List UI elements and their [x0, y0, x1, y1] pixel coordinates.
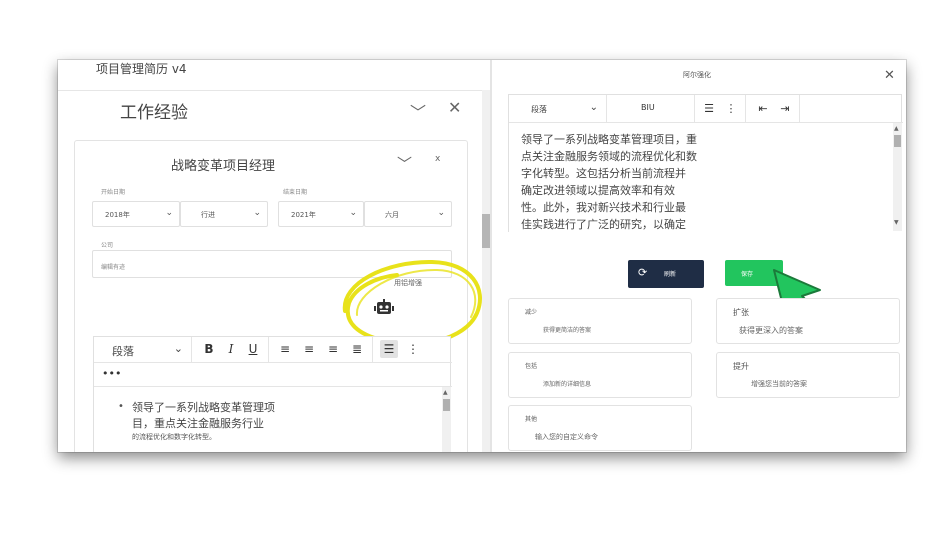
chevron-down-icon[interactable]: ﹀: [397, 153, 412, 174]
paragraph-style-value: 段落: [112, 345, 134, 358]
align-center-icon[interactable]: ≡: [300, 340, 318, 358]
description-editor[interactable]: 段落 ⌄ B I U ≡ ≡ ≡ ≣ ☰ ⋮ ••• • 领导了一系列战略变革管…: [93, 336, 452, 452]
document-title: 项目管理简历 v4: [96, 62, 187, 76]
scroll-up-icon[interactable]: ▲: [443, 389, 448, 396]
editor-line: 字化转型。这包括分析当前流程并: [521, 167, 686, 180]
custom-command-input[interactable]: 输入您的自定义命令: [535, 432, 598, 442]
editor-line: 点关注金融服务领域的流程优化和数: [521, 150, 697, 163]
bold-italic-underline-buttons[interactable]: BIU: [607, 95, 695, 123]
paragraph-style-select[interactable]: 段落 ⌄: [94, 337, 192, 363]
chevron-down-icon: ⌄: [173, 342, 183, 355]
numbered-list-icon[interactable]: ⋮: [723, 101, 739, 117]
option-title: 减少: [525, 309, 538, 316]
bullet-list-icon[interactable]: ☰: [701, 101, 717, 117]
scrollbar-thumb[interactable]: [482, 214, 490, 248]
indent-icon[interactable]: ⇥: [777, 101, 793, 117]
scrollbar-thumb[interactable]: [443, 399, 450, 411]
option-title: 提升: [733, 362, 749, 371]
ai-enhance-label[interactable]: 用铝增强: [394, 278, 422, 288]
editor-line: 目，重点关注金融服务行业: [132, 417, 264, 430]
editor-line: 确定改进领域以提高效率和有效: [521, 184, 675, 197]
chevron-down-icon: ⌄: [437, 208, 445, 218]
chevron-down-icon: ⌄: [349, 208, 357, 218]
start-year-select[interactable]: 2018年 ⌄: [92, 201, 180, 227]
close-icon[interactable]: x: [435, 154, 440, 164]
editor-content[interactable]: • 领导了一系列战略变革管理项 目，重点关注金融服务行业 的流程优化和数字化转型…: [94, 387, 452, 452]
robot-icon[interactable]: [374, 299, 394, 317]
align-justify-icon[interactable]: ≣: [348, 340, 366, 358]
close-icon[interactable]: ✕: [884, 68, 895, 83]
chevron-down-icon[interactable]: ﹀: [410, 99, 426, 123]
editor-line: 领导了一系列战略变革管理项目，重: [521, 133, 697, 146]
editor-scrollbar[interactable]: ▲ ▼: [893, 123, 902, 231]
paragraph-style-value: 段落: [531, 105, 547, 114]
refresh-icon: ⟳: [638, 266, 648, 279]
option-expand[interactable]: 扩张 获得更深入的答案: [716, 298, 900, 344]
editor-scrollbar[interactable]: ▲: [442, 387, 451, 452]
option-title: 其他: [525, 416, 538, 423]
scroll-down-icon[interactable]: ▼: [894, 219, 899, 226]
section-header[interactable]: 工作经验 ﹀ ✕: [58, 90, 490, 130]
end-year-select[interactable]: 2021年 ⌄: [278, 201, 364, 227]
option-title: 扩张: [733, 308, 749, 317]
top-bar: 项目管理简历 v4: [58, 60, 490, 90]
option-title: 包括: [525, 363, 538, 370]
start-date-label: 开始日期: [101, 189, 126, 196]
align-right-icon[interactable]: ≡: [324, 340, 342, 358]
option-description: 增强您当前的答案: [751, 380, 807, 388]
editor-content[interactable]: 领导了一系列战略变革管理项目，重 点关注金融服务领域的流程优化和数 字化转型。这…: [509, 123, 903, 233]
option-description: 添加新的详细信息: [543, 381, 592, 388]
option-description: 获得更简洁的答案: [543, 327, 592, 334]
app-screenshot: 项目管理简历 v4 工作经验 ﹀ ✕ 战略变革项目经理 ﹀ x 开始日期 201…: [58, 60, 906, 452]
paragraph-style-select[interactable]: 段落 ⌄: [509, 95, 607, 123]
job-title: 战略变革项目经理: [171, 159, 276, 174]
end-date-label: 结束日期: [283, 189, 308, 196]
more-options-button[interactable]: •••: [94, 363, 452, 387]
bullet-icon: •: [118, 401, 124, 412]
end-year-value: 2021年: [291, 211, 316, 219]
chevron-down-icon: ⌄: [165, 208, 173, 218]
job-entry-card: 战略变革项目经理 ﹀ x 开始日期 2018年 ⌄ 行进 ⌄ 结束日期 2021…: [74, 140, 482, 452]
resume-editor-panel: 项目管理简历 v4 工作经验 ﹀ ✕ 战略变革项目经理 ﹀ x 开始日期 201…: [58, 60, 490, 452]
chevron-down-icon: ⌄: [589, 102, 598, 113]
option-include[interactable]: 包括 添加新的详细信息: [508, 352, 692, 398]
bold-button[interactable]: B: [200, 340, 218, 358]
editor-line: 佳实践进行了广泛的研究，以确定: [521, 218, 686, 231]
underline-button[interactable]: U: [244, 340, 262, 358]
numbered-list-icon[interactable]: ⋮: [404, 340, 422, 358]
scroll-up-icon[interactable]: ▲: [894, 125, 899, 132]
bullet-list-icon[interactable]: ☰: [380, 340, 398, 358]
editor-toolbar: 段落 ⌄ BIU ☰ ⋮ ⇤ ⇥: [509, 95, 903, 123]
outdent-icon[interactable]: ⇤: [755, 101, 771, 117]
start-month-select[interactable]: 行进 ⌄: [180, 201, 268, 227]
scrollbar-thumb[interactable]: [894, 135, 901, 147]
start-year-value: 2018年: [105, 211, 130, 219]
option-description: 获得更深入的答案: [739, 326, 803, 335]
editor-line: 领导了一系列战略变革管理项: [132, 401, 275, 414]
ai-enhance-panel: 阿尔强化 ✕ 段落 ⌄ BIU ☰ ⋮ ⇤ ⇥ 领导了一系列战略变革管理项目，重…: [492, 60, 906, 452]
editor-toolbar: 段落 ⌄ B I U ≡ ≡ ≡ ≣ ☰ ⋮: [94, 337, 452, 363]
editor-line: 的流程优化和数字化转型。: [132, 433, 216, 441]
close-icon[interactable]: ✕: [448, 98, 461, 117]
align-left-icon[interactable]: ≡: [276, 340, 294, 358]
save-label: 保存: [741, 271, 754, 278]
option-reduce[interactable]: 减少 获得更简洁的答案: [508, 298, 692, 344]
end-month-select[interactable]: 六月 ⌄: [364, 201, 452, 227]
option-enhance[interactable]: 提升 增强您当前的答案: [716, 352, 900, 398]
refresh-button[interactable]: ⟳ 刷新: [628, 260, 704, 288]
section-title: 工作经验: [120, 103, 188, 123]
chevron-down-icon: ⌄: [253, 208, 261, 218]
italic-button[interactable]: I: [222, 340, 240, 358]
refresh-label: 刷新: [664, 271, 677, 278]
editor-line: 性。此外，我对新兴技术和行业最: [521, 201, 686, 214]
panel-title: 阿尔强化: [683, 71, 711, 79]
company-label: 公司: [101, 242, 114, 249]
start-month-value: 行进: [201, 211, 215, 219]
end-month-value: 六月: [385, 211, 399, 219]
option-other[interactable]: 其他 输入您的自定义命令: [508, 405, 692, 451]
enhanced-text-editor[interactable]: 段落 ⌄ BIU ☰ ⋮ ⇤ ⇥ 领导了一系列战略变革管理项目，重 点关注金融服…: [508, 94, 903, 233]
